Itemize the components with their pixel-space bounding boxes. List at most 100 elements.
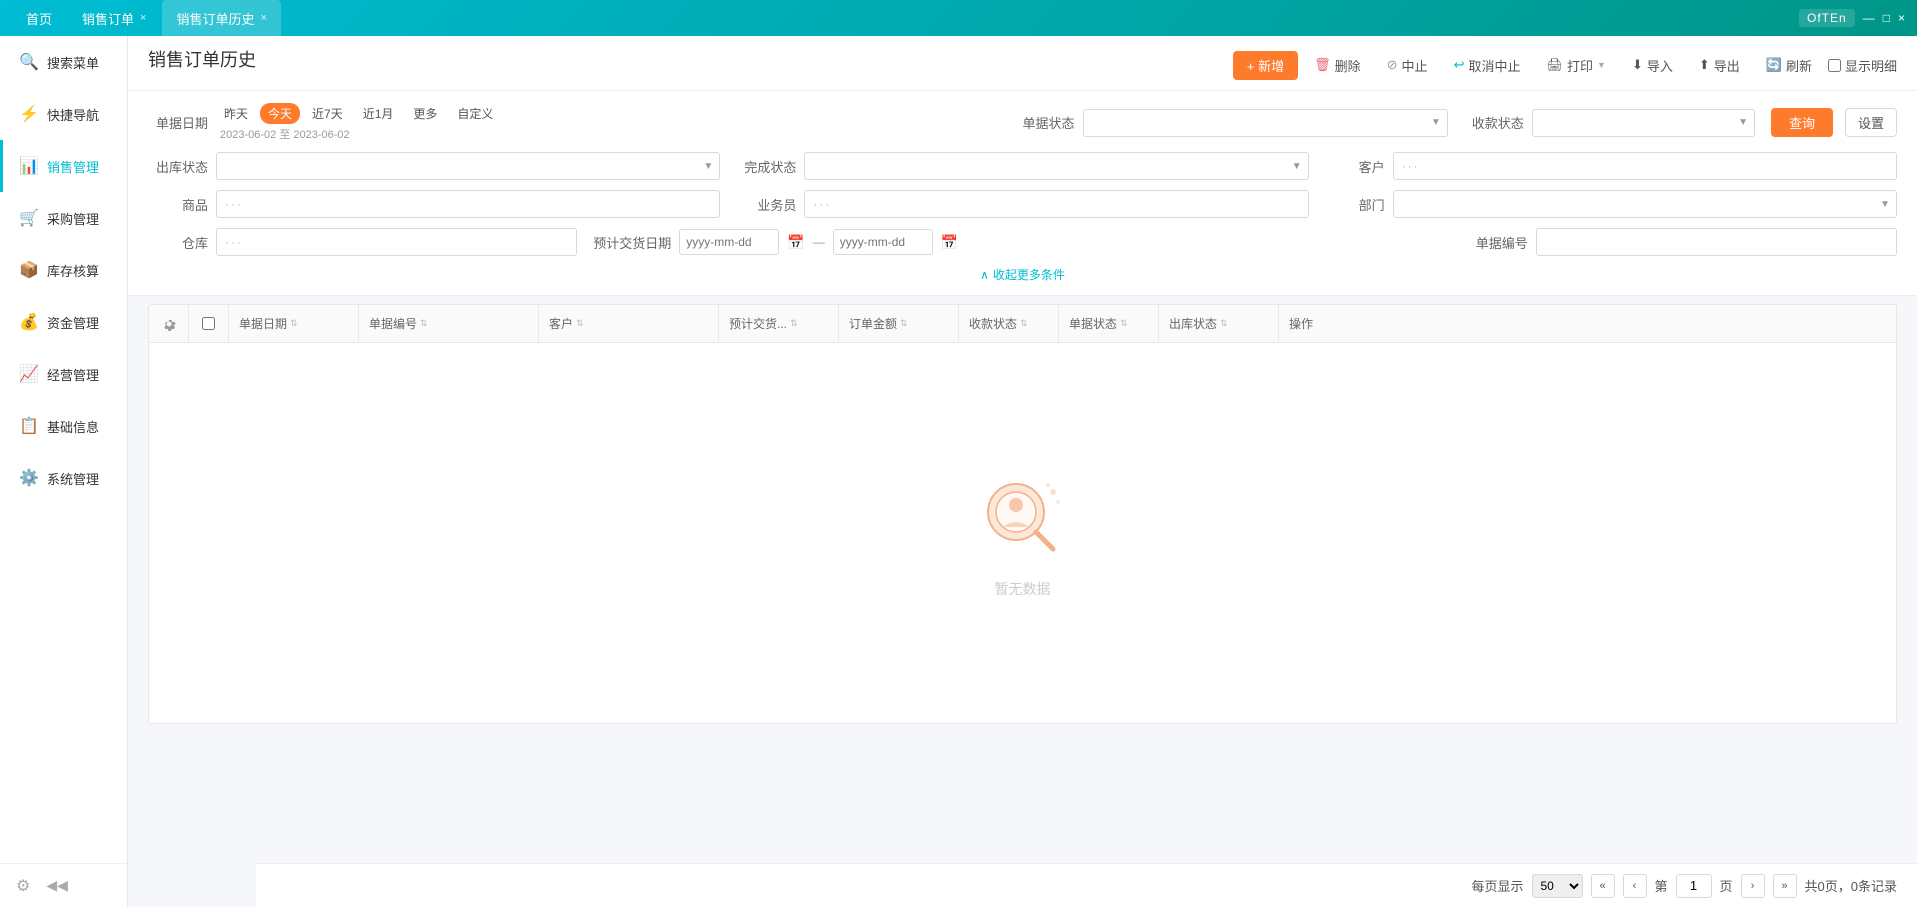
page-input[interactable] (1676, 874, 1712, 898)
new-button[interactable]: + 新增 (1233, 51, 1298, 80)
bill-no-input[interactable] (1536, 228, 1897, 256)
filter-bill-status-item: 单据状态 ▼ (1015, 109, 1448, 137)
sidebar-item-base[interactable]: 📋 基础信息 (0, 400, 127, 452)
th-bill-status-sort: ⇅ (1120, 318, 1128, 329)
th-amount[interactable]: 订单金额 ⇅ (839, 305, 959, 342)
department-label: 部门 (1325, 195, 1385, 214)
collapse-button[interactable]: ∧ 收起更多条件 (148, 266, 1897, 283)
tab-sales-order-history[interactable]: 销售订单历史 × (162, 0, 280, 36)
sidebar-item-finance[interactable]: 💰 资金管理 (0, 296, 127, 348)
select-all-checkbox[interactable] (202, 317, 215, 330)
sidebar-item-inventory[interactable]: 📦 库存核算 (0, 244, 127, 296)
stop-button[interactable]: ⊘ 中止 (1377, 52, 1438, 79)
delivery-date-to[interactable] (833, 229, 933, 255)
out-status-select[interactable]: ▼ (216, 152, 720, 180)
display-detail-input[interactable] (1828, 59, 1841, 72)
bill-status-select[interactable]: ▼ (1083, 109, 1448, 137)
th-customer[interactable]: 客户 ⇅ (539, 305, 719, 342)
page-suffix: 页 (1720, 876, 1733, 895)
window-maximize[interactable]: □ (1883, 11, 1890, 25)
delete-button[interactable]: 🗑 删除 (1304, 52, 1371, 79)
sidebar-item-operation[interactable]: 📈 经营管理 (0, 348, 127, 400)
filter-delivery-date-item: 预计交货日期 📅 — 📅 (593, 229, 1452, 255)
th-amount-sort: ⇅ (900, 318, 908, 329)
sidebar-item-system-label: 系统管理 (47, 469, 99, 488)
date-yesterday-btn[interactable]: 昨天 (216, 103, 256, 124)
sidebar-collapse-icon[interactable]: ◀◀ (46, 877, 68, 894)
date-custom-btn[interactable]: 自定义 (449, 103, 501, 124)
calendar-icon-to[interactable]: 📅 (941, 234, 958, 251)
next-page-button[interactable]: › (1741, 874, 1765, 898)
th-no[interactable]: 单据编号 ⇅ (359, 305, 539, 342)
th-pay-status[interactable]: 收款状态 ⇅ (959, 305, 1059, 342)
settings-button[interactable]: 设置 (1845, 108, 1897, 137)
nav-icon: ⚡ (19, 104, 39, 124)
th-delivery[interactable]: 预计交货... ⇅ (719, 305, 839, 342)
sidebar-item-operation-label: 经营管理 (47, 365, 99, 384)
filter-row-1: 单据日期 昨天 今天 近7天 近1月 更多 自定义 2023-06-02 至 2… (148, 103, 1897, 142)
export-button[interactable]: ⬆ 导出 (1689, 52, 1750, 79)
window-minimize[interactable]: — (1863, 11, 1875, 25)
sidebar-item-nav[interactable]: ⚡ 快捷导航 (0, 88, 127, 140)
tab-home[interactable]: 首页 (12, 0, 66, 36)
sidebar-item-nav-label: 快捷导航 (47, 105, 99, 124)
prev-page-button[interactable]: ‹ (1623, 874, 1647, 898)
table-header: 单据日期 ⇅ 单据编号 ⇅ 客户 ⇅ 预计交货... ⇅ 订单金额 ⇅ 收款状态… (149, 305, 1896, 343)
date-today-btn[interactable]: 今天 (260, 103, 300, 124)
th-customer-label: 客户 (549, 315, 573, 332)
first-page-button[interactable]: « (1591, 874, 1615, 898)
th-actions: 操作 (1279, 305, 1896, 342)
tab-sales-order-history-close[interactable]: × (260, 12, 266, 24)
sidebar-item-system[interactable]: ⚙️ 系统管理 (0, 452, 127, 504)
print-button[interactable]: 🖨 打印 ▼ (1536, 52, 1615, 79)
salesperson-select[interactable]: ··· (804, 190, 1308, 218)
th-date[interactable]: 单据日期 ⇅ (229, 305, 359, 342)
sidebar-item-purchase[interactable]: 🛒 采购管理 (0, 192, 127, 244)
out-status-chevron: ▼ (703, 161, 713, 172)
warehouse-select[interactable]: ··· (216, 228, 577, 256)
query-button[interactable]: 查询 (1771, 108, 1833, 137)
refresh-button[interactable]: 🔄 刷新 (1756, 52, 1822, 79)
pay-status-select[interactable]: ▼ (1532, 109, 1755, 137)
date-7days-btn[interactable]: 近7天 (304, 103, 351, 124)
finance-icon: 💰 (19, 312, 39, 332)
goods-select[interactable]: ··· (216, 190, 720, 218)
pay-status-chevron: ▼ (1738, 117, 1748, 128)
th-out-status[interactable]: 出库状态 ⇅ (1159, 305, 1279, 342)
th-no-sort: ⇅ (420, 318, 428, 329)
sidebar-item-sales[interactable]: 📊 销售管理 (0, 140, 127, 192)
filter-area: 单据日期 昨天 今天 近7天 近1月 更多 自定义 2023-06-02 至 2… (128, 91, 1917, 296)
window-close[interactable]: × (1898, 11, 1905, 25)
department-select[interactable]: ▼ (1393, 190, 1897, 218)
complete-status-label: 完成状态 (736, 157, 796, 176)
th-checkbox[interactable] (189, 305, 229, 342)
th-bill-status[interactable]: 单据状态 ⇅ (1059, 305, 1159, 342)
filter-row-3: 商品 ··· 业务员 ··· 部门 ▼ (148, 190, 1897, 218)
empty-text: 暂无数据 (995, 579, 1051, 599)
date-more-btn[interactable]: 更多 (405, 103, 445, 124)
tab-sales-order-close[interactable]: × (140, 12, 146, 24)
th-settings[interactable] (149, 305, 189, 342)
sidebar-bottom: ⚙ ◀◀ (0, 863, 127, 907)
last-page-button[interactable]: » (1773, 874, 1797, 898)
top-bar: 首页 销售订单 × 销售订单历史 × OfTEn — □ × (0, 0, 1917, 36)
sidebar-item-search[interactable]: 🔍 搜索菜单 (0, 36, 127, 88)
display-detail-checkbox[interactable]: 显示明细 (1828, 56, 1897, 75)
import-label: 导入 (1647, 56, 1673, 75)
tab-sales-order[interactable]: 销售订单 × (68, 0, 160, 36)
delivery-date-from[interactable] (679, 229, 779, 255)
cancel-stop-button[interactable]: ↩ 取消中止 (1444, 52, 1531, 79)
th-date-label: 单据日期 (239, 315, 287, 332)
page-label: 第 (1655, 876, 1668, 895)
filter-goods-item: 商品 ··· (148, 190, 720, 218)
sidebar-settings-icon[interactable]: ⚙ (16, 876, 30, 896)
print-label: 打印 (1567, 56, 1593, 75)
base-icon: 📋 (19, 416, 39, 436)
complete-status-select[interactable]: ▼ (804, 152, 1308, 180)
calendar-icon-from[interactable]: 📅 (787, 234, 804, 251)
customer-select[interactable]: ··· (1393, 152, 1897, 180)
th-bill-status-label: 单据状态 (1069, 315, 1117, 332)
import-button[interactable]: ⬇ 导入 (1622, 52, 1683, 79)
date-1month-btn[interactable]: 近1月 (355, 103, 402, 124)
per-page-select[interactable]: 10 20 50 100 (1532, 874, 1583, 898)
